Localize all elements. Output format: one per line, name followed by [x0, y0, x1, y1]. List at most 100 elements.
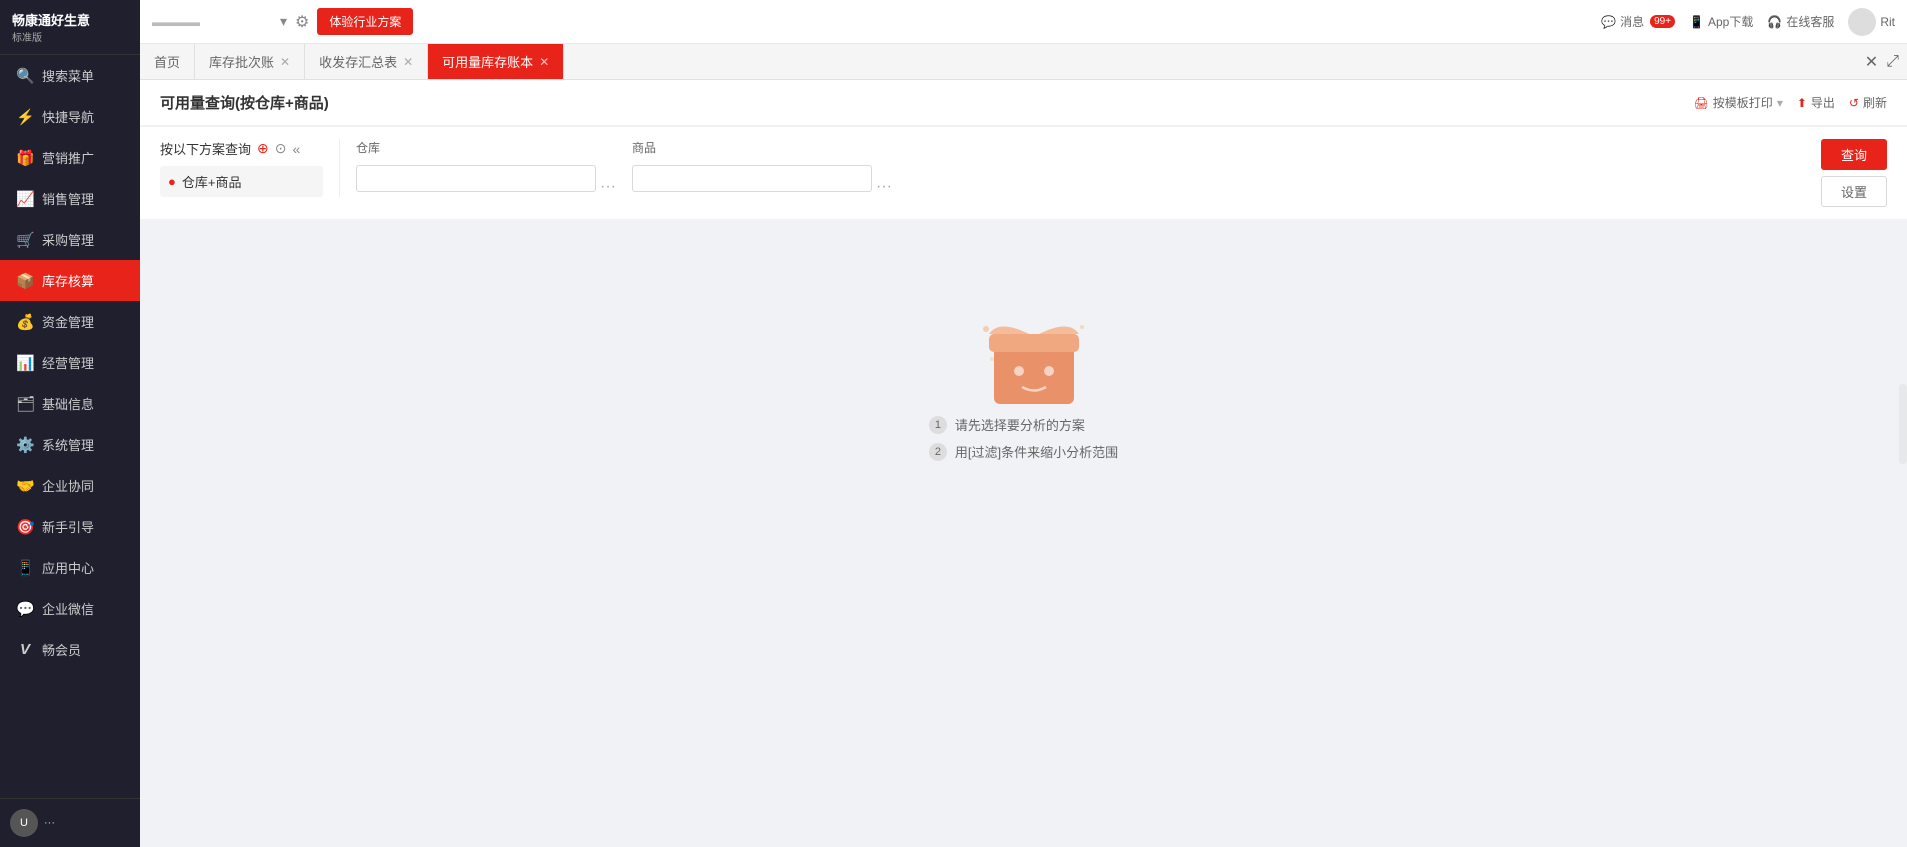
sidebar-item-base[interactable]: 🗂 基础信息	[0, 383, 140, 424]
refresh-label: 刷新	[1863, 94, 1887, 111]
sidebar-item-appcenter[interactable]: 📱 应用中心	[0, 547, 140, 588]
shortcut-icon: ⚡	[16, 108, 34, 126]
sidebar-label-marketing: 营销推广	[42, 148, 94, 167]
tab-home[interactable]: 首页	[140, 44, 195, 79]
scheme-collapse-icon[interactable]: «	[292, 141, 300, 157]
step-label-2: 用[过滤]条件来缩小分析范围	[955, 442, 1118, 461]
scheme-item-warehouse-product[interactable]: ● 仓库+商品	[160, 166, 323, 197]
sidebar-item-newguide[interactable]: 🎯 新手引导	[0, 506, 140, 547]
username-label: Rit	[1880, 15, 1895, 29]
sidebar-username: ···	[44, 817, 55, 829]
sidebar-item-finance[interactable]: 💰 资金管理	[0, 301, 140, 342]
product-more-icon[interactable]: ···	[876, 178, 892, 196]
notification-button[interactable]: 💬 消息 99+	[1601, 13, 1675, 30]
refresh-icon: ↺	[1849, 96, 1859, 110]
scheme-settings-icon[interactable]: ⊙	[275, 140, 287, 157]
sidebar-item-system[interactable]: ⚙️ 系统管理	[0, 424, 140, 465]
product-label: 商品	[632, 139, 892, 156]
refresh-button[interactable]: ↺ 刷新	[1849, 94, 1887, 111]
notification-badge: 99+	[1650, 15, 1675, 28]
scheme-add-icon[interactable]: ⊕	[257, 140, 269, 157]
tab-expand-icon[interactable]: ⤢	[1886, 53, 1899, 71]
appcenter-icon: 📱	[16, 559, 34, 577]
phone-icon: 📱	[1689, 15, 1704, 29]
sidebar-item-purchase[interactable]: 🛒 采购管理	[0, 219, 140, 260]
sidebar-scroll: 🔍 搜索菜单 ⚡ 快捷导航 🎁 营销推广 📈 销售管理 🛒 采购管理 📦 库存核…	[0, 55, 140, 798]
empty-illustration	[974, 299, 1074, 399]
headset-icon: 🎧	[1767, 15, 1782, 29]
sidebar-label-sales: 销售管理	[42, 189, 94, 208]
sidebar-label-purchase: 采购管理	[42, 230, 94, 249]
tab-home-label: 首页	[154, 52, 180, 71]
tab-batch-account[interactable]: 库存批次账 ✕	[195, 44, 305, 79]
print-dropdown-icon[interactable]: ▾	[1777, 96, 1783, 110]
sidebar-label-operations: 经营管理	[42, 353, 94, 372]
sidebar-label-wechat: 企业微信	[42, 599, 94, 618]
sidebar-item-inventory[interactable]: 📦 库存核算	[0, 260, 140, 301]
sidebar-label-finance: 资金管理	[42, 312, 94, 331]
export-button[interactable]: ⬆ 导出	[1797, 94, 1835, 111]
sidebar-item-shortcut[interactable]: ⚡ 快捷导航	[0, 96, 140, 137]
page-title: 可用量查询(按仓库+商品)	[160, 92, 329, 113]
user-profile-button[interactable]: Rit	[1848, 8, 1895, 36]
scheme-item-dot: ●	[168, 174, 176, 189]
sidebar-item-marketing[interactable]: 🎁 营销推广	[0, 137, 140, 178]
sidebar-label-system: 系统管理	[42, 435, 94, 454]
tab-batch-account-label: 库存批次账	[209, 52, 274, 71]
tab-end-buttons: ✕ ⤢	[1857, 44, 1907, 79]
tab-recv-summary[interactable]: 收发存汇总表 ✕	[305, 44, 428, 79]
sidebar-item-wechat[interactable]: 💬 企业微信	[0, 588, 140, 629]
app-subtitle: 标准版	[12, 29, 128, 44]
topbar-dropdown-icon[interactable]: ▾	[280, 13, 287, 30]
newguide-icon: 🎯	[16, 518, 34, 536]
sidebar-logo: 畅康通好生意 标准版	[0, 0, 140, 55]
step-num-2: 2	[929, 443, 947, 461]
purchase-icon: 🛒	[16, 231, 34, 249]
wechat-icon: 💬	[16, 600, 34, 618]
print-icon: 🖨	[1694, 96, 1709, 110]
product-input[interactable]	[632, 165, 872, 192]
finance-icon: 💰	[16, 313, 34, 331]
sidebar-label-newguide: 新手引导	[42, 517, 94, 536]
tab-recv-summary-close[interactable]: ✕	[403, 55, 413, 69]
sales-icon: 📈	[16, 190, 34, 208]
industry-solution-button[interactable]: 体验行业方案	[317, 8, 413, 35]
export-icon: ⬆	[1797, 96, 1807, 110]
tab-available-ledger-close[interactable]: ✕	[539, 55, 549, 69]
print-button[interactable]: 🖨 按模板打印 ▾	[1694, 94, 1783, 111]
scroll-indicator	[1899, 384, 1907, 464]
tab-available-ledger[interactable]: 可用量库存账本 ✕	[428, 44, 564, 79]
topbar-gear-icon[interactable]: ⚙	[295, 12, 309, 32]
warehouse-more-icon[interactable]: ···	[600, 178, 616, 196]
query-button[interactable]: 查询	[1821, 139, 1887, 170]
page-header-actions: 🖨 按模板打印 ▾ ⬆ 导出 ↺ 刷新	[1694, 94, 1887, 111]
enterprise-icon: 🤝	[16, 477, 34, 495]
sidebar-item-sales[interactable]: 📈 销售管理	[0, 178, 140, 219]
tab-batch-account-close[interactable]: ✕	[280, 55, 290, 69]
sidebar-item-search[interactable]: 🔍 搜索菜单	[0, 55, 140, 96]
settings-button[interactable]: 设置	[1821, 176, 1887, 207]
sidebar: 畅康通好生意 标准版 🔍 搜索菜单 ⚡ 快捷导航 🎁 营销推广 📈 销售管理 🛒…	[0, 0, 140, 847]
sidebar-item-enterprise[interactable]: 🤝 企业协同	[0, 465, 140, 506]
print-label: 按模板打印	[1713, 94, 1773, 111]
filter-actions: 查询 设置	[1821, 139, 1887, 207]
scheme-header: 按以下方案查询 ⊕ ⊙ «	[160, 139, 323, 158]
sidebar-label-enterprise: 企业协同	[42, 476, 94, 495]
app-download-button[interactable]: 📱 App下载	[1689, 13, 1753, 30]
warehouse-field: 仓库 ···	[356, 139, 616, 196]
sidebar-label-member: 畅会员	[42, 640, 81, 659]
warehouse-input[interactable]	[356, 165, 596, 192]
filter-fields: 仓库 ··· 商品 ···	[356, 139, 1821, 196]
scheme-item-label: 仓库+商品	[182, 172, 242, 191]
online-service-label: 在线客服	[1786, 13, 1834, 30]
online-service-button[interactable]: 🎧 在线客服	[1767, 13, 1834, 30]
scheme-header-title: 按以下方案查询	[160, 139, 251, 158]
base-icon: 🗂	[16, 395, 34, 413]
sidebar-user-bottom[interactable]: U ···	[0, 798, 140, 847]
empty-state: 1 请先选择要分析的方案 2 用[过滤]条件来缩小分析范围	[140, 219, 1907, 541]
tab-close-all-icon[interactable]: ✕	[1865, 52, 1878, 72]
search-icon: 🔍	[16, 67, 34, 85]
sidebar-item-operations[interactable]: 📊 经营管理	[0, 342, 140, 383]
sidebar-item-member[interactable]: V 畅会员	[0, 629, 140, 670]
page-header: 可用量查询(按仓库+商品) 🖨 按模板打印 ▾ ⬆ 导出 ↺ 刷新	[140, 80, 1907, 126]
